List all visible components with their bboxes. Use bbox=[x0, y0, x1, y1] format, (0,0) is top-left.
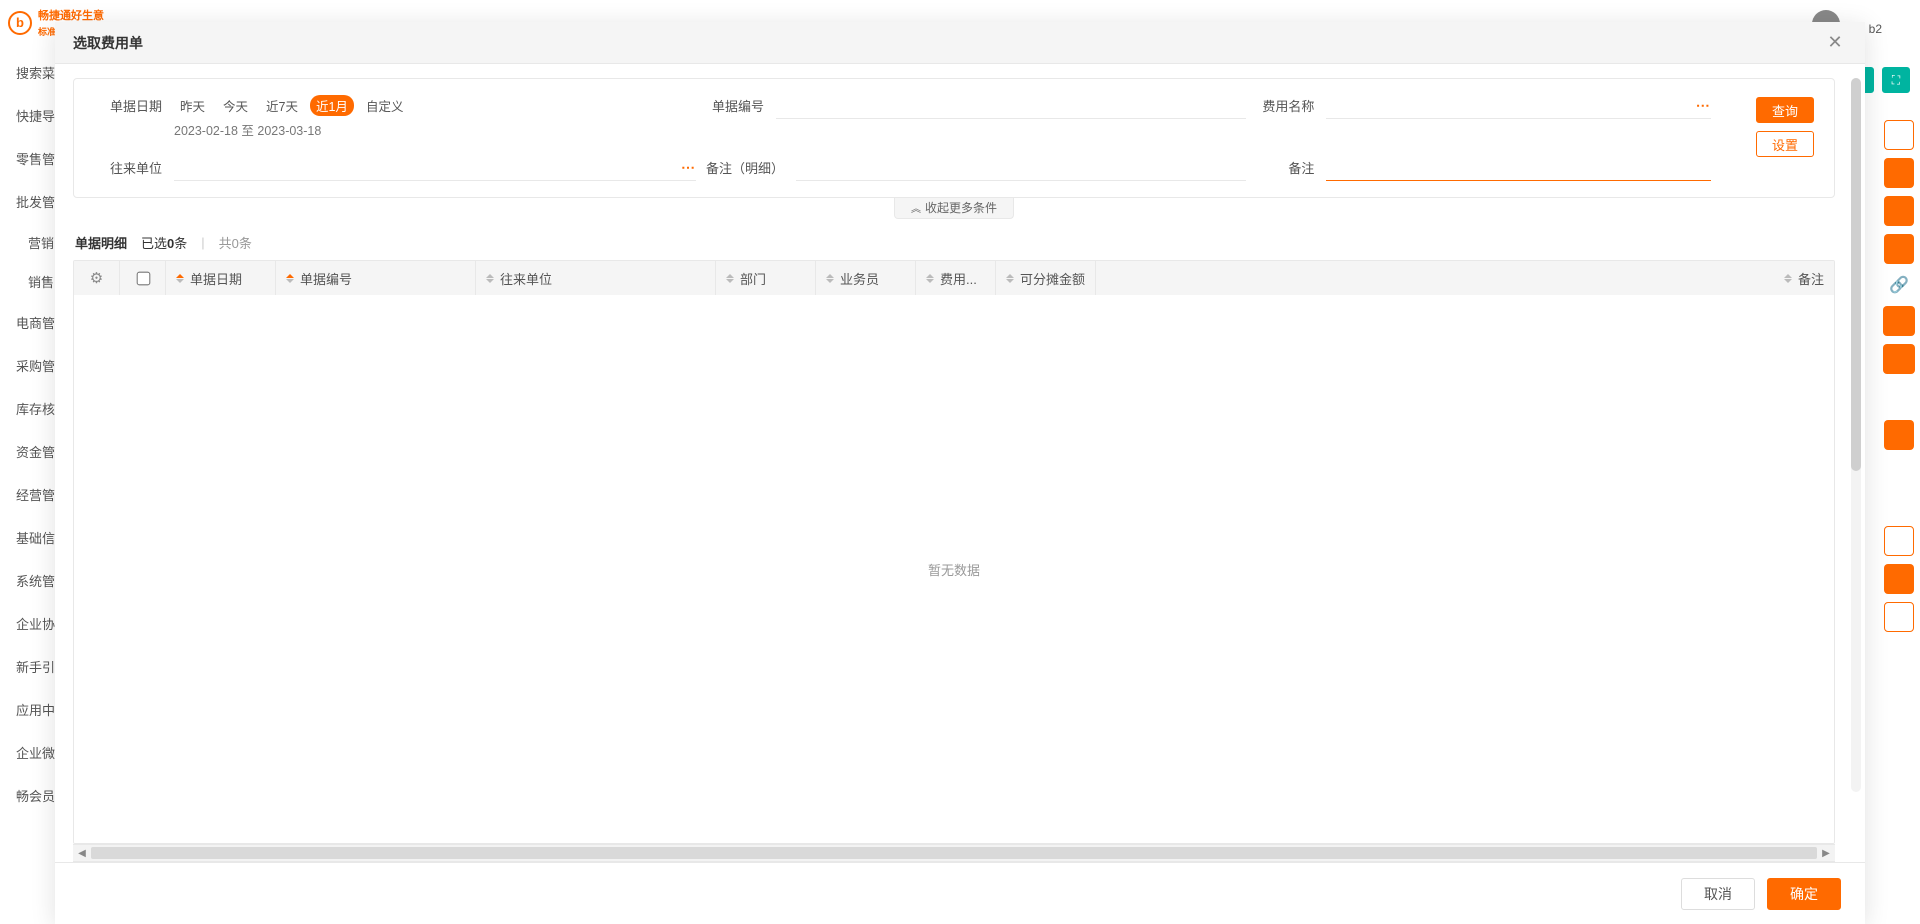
select-all-cell[interactable] bbox=[120, 261, 166, 295]
scroll-thumb[interactable] bbox=[91, 847, 1817, 859]
selected-count: 已选0条 bbox=[141, 233, 187, 252]
chip-yesterday[interactable]: 昨天 bbox=[174, 95, 211, 116]
collapse-filters-button[interactable]: ︽ 收起更多条件 bbox=[894, 197, 1014, 219]
collapse-label: 收起更多条件 bbox=[925, 199, 997, 216]
partner-input[interactable] bbox=[174, 157, 696, 181]
gear-icon: ⚙ bbox=[90, 269, 103, 287]
chip-last7[interactable]: 近7天 bbox=[260, 95, 304, 116]
sort-icon bbox=[926, 271, 936, 285]
settings-button[interactable]: 设置 bbox=[1756, 131, 1814, 157]
date-range-text: 2023-02-18 至 2023-03-18 bbox=[174, 120, 696, 139]
sort-icon bbox=[486, 271, 496, 285]
filter-label-partner: 往来单位 bbox=[94, 157, 174, 181]
col-label-amount: 可分摊金额 bbox=[1020, 269, 1085, 288]
sort-icon bbox=[1006, 271, 1016, 285]
col-label-date: 单据日期 bbox=[190, 269, 242, 288]
scroll-right-icon[interactable]: ▶ bbox=[1817, 845, 1835, 861]
sort-icon bbox=[176, 271, 186, 285]
filter-label-date: 单据日期 bbox=[94, 95, 174, 119]
divider: | bbox=[201, 235, 204, 250]
col-header-remark[interactable]: 备注 bbox=[1096, 261, 1834, 295]
filter-panel: 单据日期 昨天 今天 近7天 近1月 自定义 2023-02-18 至 2023… bbox=[73, 78, 1835, 198]
sort-icon bbox=[726, 271, 736, 285]
empty-state-text: 暂无数据 bbox=[928, 560, 980, 579]
col-label-code: 单据编号 bbox=[300, 269, 352, 288]
col-label-fee: 费用... bbox=[940, 269, 977, 288]
col-label-biz: 业务员 bbox=[840, 269, 879, 288]
col-header-date[interactable]: 单据日期 bbox=[166, 261, 276, 295]
chip-today[interactable]: 今天 bbox=[217, 95, 254, 116]
detail-title: 单据明细 bbox=[75, 233, 127, 252]
select-all-checkbox[interactable] bbox=[136, 271, 150, 285]
col-header-dept[interactable]: 部门 bbox=[716, 261, 816, 295]
filter-label-code: 单据编号 bbox=[696, 95, 776, 119]
chip-last1m[interactable]: 近1月 bbox=[310, 95, 354, 116]
cancel-button[interactable]: 取消 bbox=[1681, 878, 1755, 910]
fee-name-picker-icon[interactable]: ⋯ bbox=[1696, 97, 1711, 114]
chip-custom[interactable]: 自定义 bbox=[360, 95, 410, 116]
ok-button[interactable]: 确定 bbox=[1767, 878, 1841, 910]
results-table: ⚙ 单据日期 单据编号 往来单位 bbox=[73, 260, 1835, 844]
chevron-up-icon: ︽ bbox=[911, 200, 921, 215]
col-header-amount[interactable]: 可分摊金额 bbox=[996, 261, 1096, 295]
col-header-code[interactable]: 单据编号 bbox=[276, 261, 476, 295]
modal-close-button[interactable]: ✕ bbox=[1823, 31, 1847, 55]
filter-label-feename: 费用名称 bbox=[1246, 95, 1326, 119]
total-count: 共0条 bbox=[219, 233, 252, 252]
vertical-scrollbar[interactable] bbox=[1851, 78, 1861, 792]
partner-picker-icon[interactable]: ⋯ bbox=[681, 159, 696, 176]
modal-header: 选取费用单 ✕ bbox=[55, 22, 1865, 64]
col-label-remark: 备注 bbox=[1798, 269, 1824, 288]
sort-icon bbox=[826, 271, 836, 285]
modal-footer: 取消 确定 bbox=[55, 862, 1865, 924]
col-header-biz[interactable]: 业务员 bbox=[816, 261, 916, 295]
table-settings-button[interactable]: ⚙ bbox=[74, 261, 120, 295]
date-range-chips: 昨天 今天 近7天 近1月 自定义 bbox=[174, 95, 696, 116]
vscroll-thumb[interactable] bbox=[1851, 78, 1861, 471]
filter-label-remark-detail: 备注（明细） bbox=[696, 157, 796, 181]
close-icon: ✕ bbox=[1827, 32, 1842, 53]
doc-code-input[interactable] bbox=[776, 95, 1246, 119]
col-label-partner: 往来单位 bbox=[500, 269, 552, 288]
query-button[interactable]: 查询 bbox=[1756, 97, 1814, 123]
remark-detail-input[interactable] bbox=[796, 157, 1246, 181]
select-fee-modal: 选取费用单 ✕ 单据日期 昨天 今天 近7天 近1月 自定义 2023-02-1… bbox=[55, 22, 1865, 924]
remark-input[interactable] bbox=[1326, 157, 1710, 181]
scroll-left-icon[interactable]: ◀ bbox=[73, 845, 91, 861]
filter-label-remark: 备注 bbox=[1246, 157, 1326, 181]
col-label-dept: 部门 bbox=[740, 269, 766, 288]
sort-icon bbox=[1784, 271, 1794, 285]
sort-icon bbox=[286, 271, 296, 285]
modal-title: 选取费用单 bbox=[73, 33, 143, 53]
horizontal-scrollbar[interactable]: ◀ ▶ bbox=[73, 844, 1835, 862]
col-header-partner[interactable]: 往来单位 bbox=[476, 261, 716, 295]
col-header-fee[interactable]: 费用... bbox=[916, 261, 996, 295]
fee-name-input[interactable] bbox=[1326, 95, 1710, 119]
